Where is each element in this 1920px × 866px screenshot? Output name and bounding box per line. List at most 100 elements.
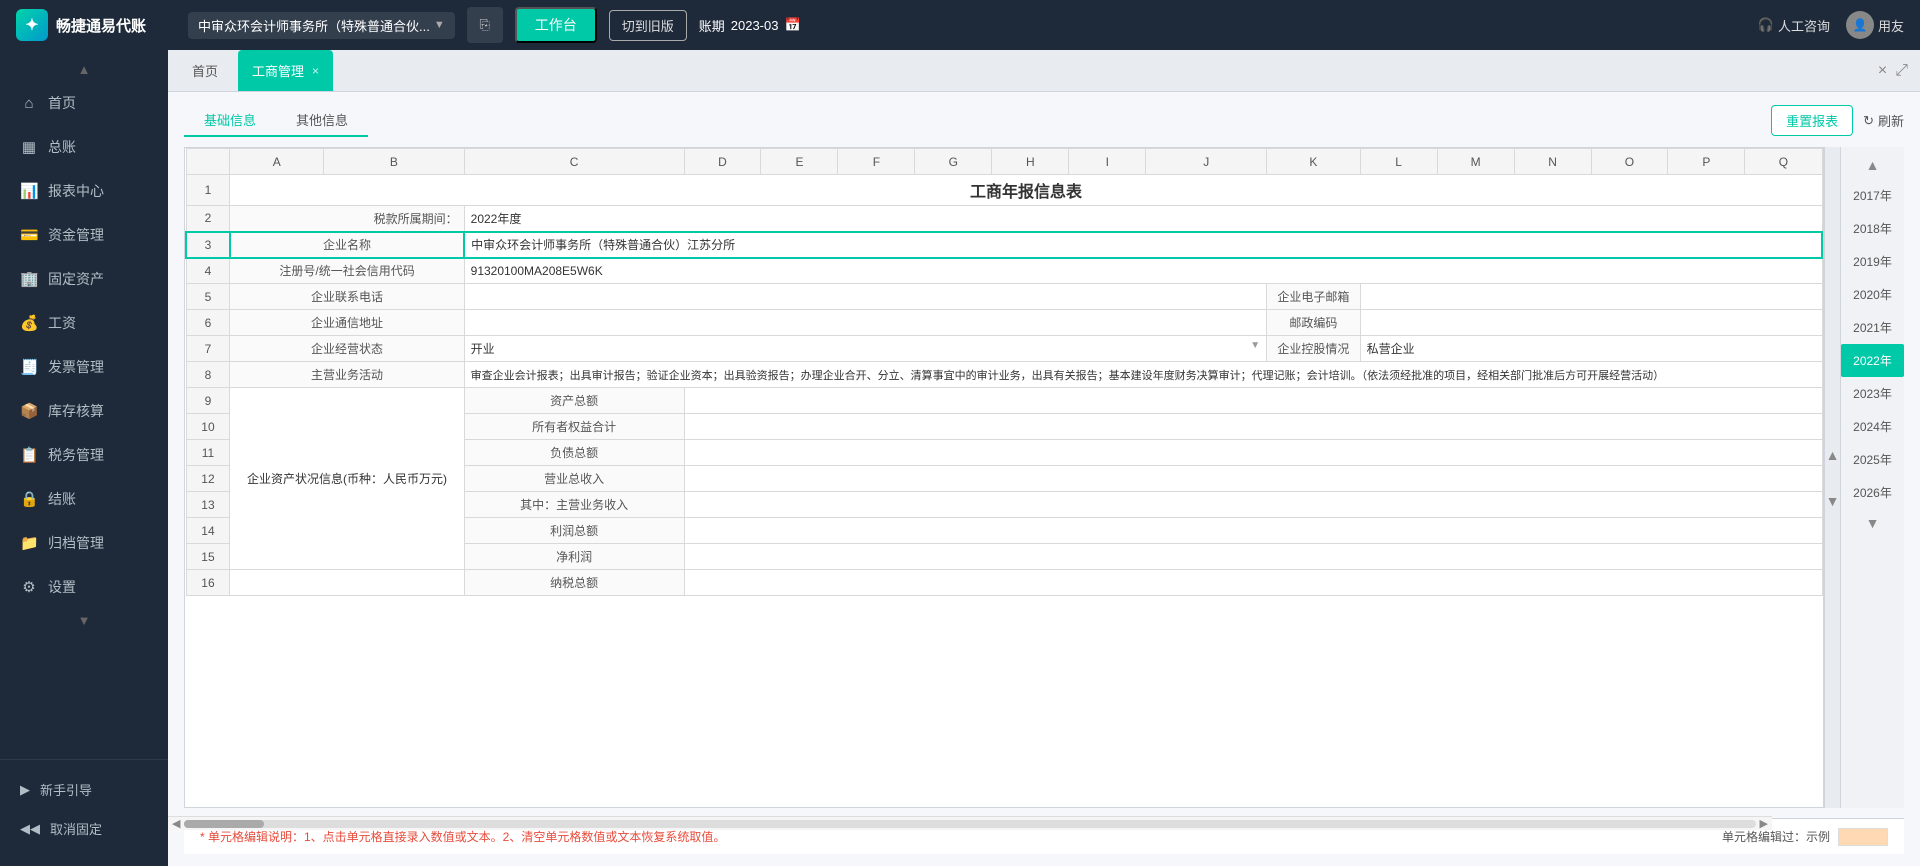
company-copy-button[interactable]: ⎘ (467, 7, 503, 43)
sidebar-label-ledger: 总账 (48, 137, 76, 157)
workbench-button[interactable]: 工作台 (515, 7, 597, 43)
cell-company-label[interactable]: 企业名称 (230, 232, 464, 258)
capital-icon: 💳 (20, 226, 38, 244)
cell-total-assets-label: 资产总额 (464, 388, 684, 414)
sidebar-newguide[interactable]: ▶ 新手引导 (0, 770, 168, 809)
company-selector[interactable]: 中审众环会计师事务所（特殊普通合伙... ▼ (188, 12, 455, 39)
cell-profit-value[interactable] (684, 518, 1822, 544)
sidebar: ▲ ⌂ 首页 ▦ 总账 📊 报表中心 💳 资金管理 🏢 固定资产 💰 工资 🧾 … (0, 50, 168, 866)
tab-close-button[interactable]: × (312, 64, 319, 78)
cell-title[interactable]: 工商年报信息表 (230, 175, 1822, 206)
cell-period-value[interactable]: 2022年度 (464, 206, 1822, 232)
col-header-c[interactable]: C (464, 149, 684, 175)
cell-liabilities-value[interactable] (684, 440, 1822, 466)
year-item-2026[interactable]: 2026年 (1841, 476, 1904, 509)
sub-tabs: 基础信息 其他信息 (184, 104, 368, 137)
year-item-2022[interactable]: 2022年 (1841, 344, 1904, 377)
cell-postcode-value[interactable] (1360, 310, 1822, 336)
col-header-o[interactable]: O (1591, 149, 1668, 175)
window-expand-icon[interactable]: ⤢ (1895, 62, 1908, 80)
sidebar-item-report[interactable]: 📊 报表中心 (0, 169, 168, 213)
panel-toggle[interactable]: ▲ ▼ (1824, 147, 1840, 808)
headphone-icon: 🎧 (1758, 17, 1774, 33)
tax-icon: 📋 (20, 446, 38, 464)
panel-up-arrow-icon[interactable]: ▲ (1826, 447, 1840, 463)
sidebar-item-settings[interactable]: ⚙ 设置 (0, 565, 168, 609)
cell-addr-value[interactable] (464, 310, 1267, 336)
invoice-icon: 🧾 (20, 358, 38, 376)
old-version-button[interactable]: 切到旧版 (609, 10, 687, 41)
cell-total-assets-value[interactable] (684, 388, 1822, 414)
table-row: 1 工商年报信息表 (186, 175, 1822, 206)
col-header-a[interactable]: A (230, 149, 324, 175)
year-item-2024[interactable]: 2024年 (1841, 410, 1904, 443)
cell-ownership-value[interactable]: 私营企业 (1360, 336, 1822, 362)
sidebar-label-home: 首页 (48, 93, 76, 113)
cell-revenue-value[interactable] (684, 466, 1822, 492)
subtab-other[interactable]: 其他信息 (276, 104, 368, 137)
sidebar-item-salary[interactable]: 💰 工资 (0, 301, 168, 345)
cell-status-value[interactable]: 开业 ▼ (464, 336, 1267, 362)
cell-business-value[interactable]: 审查企业会计报表；出具审计报告；验证企业资本；出具验资报告；办理企业合开、分立、… (464, 362, 1822, 388)
year-item-2019[interactable]: 2019年 (1841, 245, 1904, 278)
year-item-2023[interactable]: 2023年 (1841, 377, 1904, 410)
year-down-nav[interactable]: ▼ (1841, 509, 1904, 537)
table-row: 2 税款所属期间： 2022年度 (186, 206, 1822, 232)
sidebar-item-assets[interactable]: 🏢 固定资产 (0, 257, 168, 301)
col-header-k[interactable]: K (1267, 149, 1360, 175)
col-header-b[interactable]: B (324, 149, 465, 175)
cell-phone-value[interactable] (464, 284, 1267, 310)
subtab-basic-label: 基础信息 (204, 113, 256, 128)
year-item-2021[interactable]: 2021年 (1841, 311, 1904, 344)
col-header-l[interactable]: L (1360, 149, 1437, 175)
window-close-icon[interactable]: × (1878, 62, 1887, 80)
sidebar-item-archive[interactable]: 📁 归档管理 (0, 521, 168, 565)
col-header-g[interactable]: G (915, 149, 992, 175)
cell-equity-value[interactable] (684, 414, 1822, 440)
cell-netprofit-value[interactable] (684, 544, 1822, 570)
cell-company-value[interactable]: 中审众环会计师事务所（特殊普通合伙）江苏分所 (464, 232, 1822, 258)
tab-gongshang[interactable]: 工商管理 × (238, 50, 333, 91)
subtab-basic[interactable]: 基础信息 (184, 104, 276, 137)
sidebar-item-ledger[interactable]: ▦ 总账 (0, 125, 168, 169)
row-num-4: 4 (186, 258, 230, 284)
year-item-2020[interactable]: 2020年 (1841, 278, 1904, 311)
col-header-f[interactable]: F (838, 149, 915, 175)
year-up-nav[interactable]: ▲ (1841, 151, 1904, 179)
sidebar-item-closing[interactable]: 🔒 结账 (0, 477, 168, 521)
year-item-2025[interactable]: 2025年 (1841, 443, 1904, 476)
refresh-label: 刷新 (1878, 111, 1904, 130)
sidebar-item-tax[interactable]: 📋 税务管理 (0, 433, 168, 477)
col-header-j[interactable]: J (1146, 149, 1267, 175)
sidebar-item-home[interactable]: ⌂ 首页 (0, 81, 168, 125)
sidebar-scroll-up[interactable]: ▲ (0, 58, 168, 81)
cell-regnum-value[interactable]: 91320100MA208E5W6K (464, 258, 1822, 284)
service-button[interactable]: 🎧 人工咨询 (1758, 16, 1830, 35)
col-header-d[interactable]: D (684, 149, 761, 175)
reset-report-button[interactable]: 重置报表 (1771, 105, 1853, 136)
sidebar-item-capital[interactable]: 💳 资金管理 (0, 213, 168, 257)
year-item-2017[interactable]: 2017年 (1841, 179, 1904, 212)
cell-email-value[interactable] (1360, 284, 1822, 310)
user-menu[interactable]: 👤 用友 (1846, 11, 1904, 39)
refresh-button[interactable]: ↻ 刷新 (1863, 111, 1904, 130)
cell-revenue-label: 营业总收入 (464, 466, 684, 492)
cell-main-revenue-value[interactable] (684, 492, 1822, 518)
cell-tax-value[interactable] (684, 570, 1822, 596)
panel-down-arrow-icon[interactable]: ▼ (1826, 493, 1840, 509)
col-header-n[interactable]: N (1514, 149, 1591, 175)
calendar-icon[interactable]: 📅 (784, 17, 800, 33)
col-header-m[interactable]: M (1437, 149, 1514, 175)
sidebar-unpin[interactable]: ◀◀ 取消固定 (0, 809, 168, 848)
sidebar-scroll-down[interactable]: ▼ (0, 609, 168, 632)
col-header-e[interactable]: E (761, 149, 838, 175)
col-header-q[interactable]: Q (1745, 149, 1822, 175)
year-item-2018[interactable]: 2018年 (1841, 212, 1904, 245)
sidebar-item-inventory[interactable]: 📦 库存核算 (0, 389, 168, 433)
spreadsheet-container[interactable]: A B C D E F G H I J (185, 148, 1823, 807)
col-header-i[interactable]: I (1069, 149, 1146, 175)
col-header-p[interactable]: P (1668, 149, 1745, 175)
sidebar-item-invoice[interactable]: 🧾 发票管理 (0, 345, 168, 389)
col-header-h[interactable]: H (992, 149, 1069, 175)
tab-home[interactable]: 首页 (176, 50, 234, 91)
